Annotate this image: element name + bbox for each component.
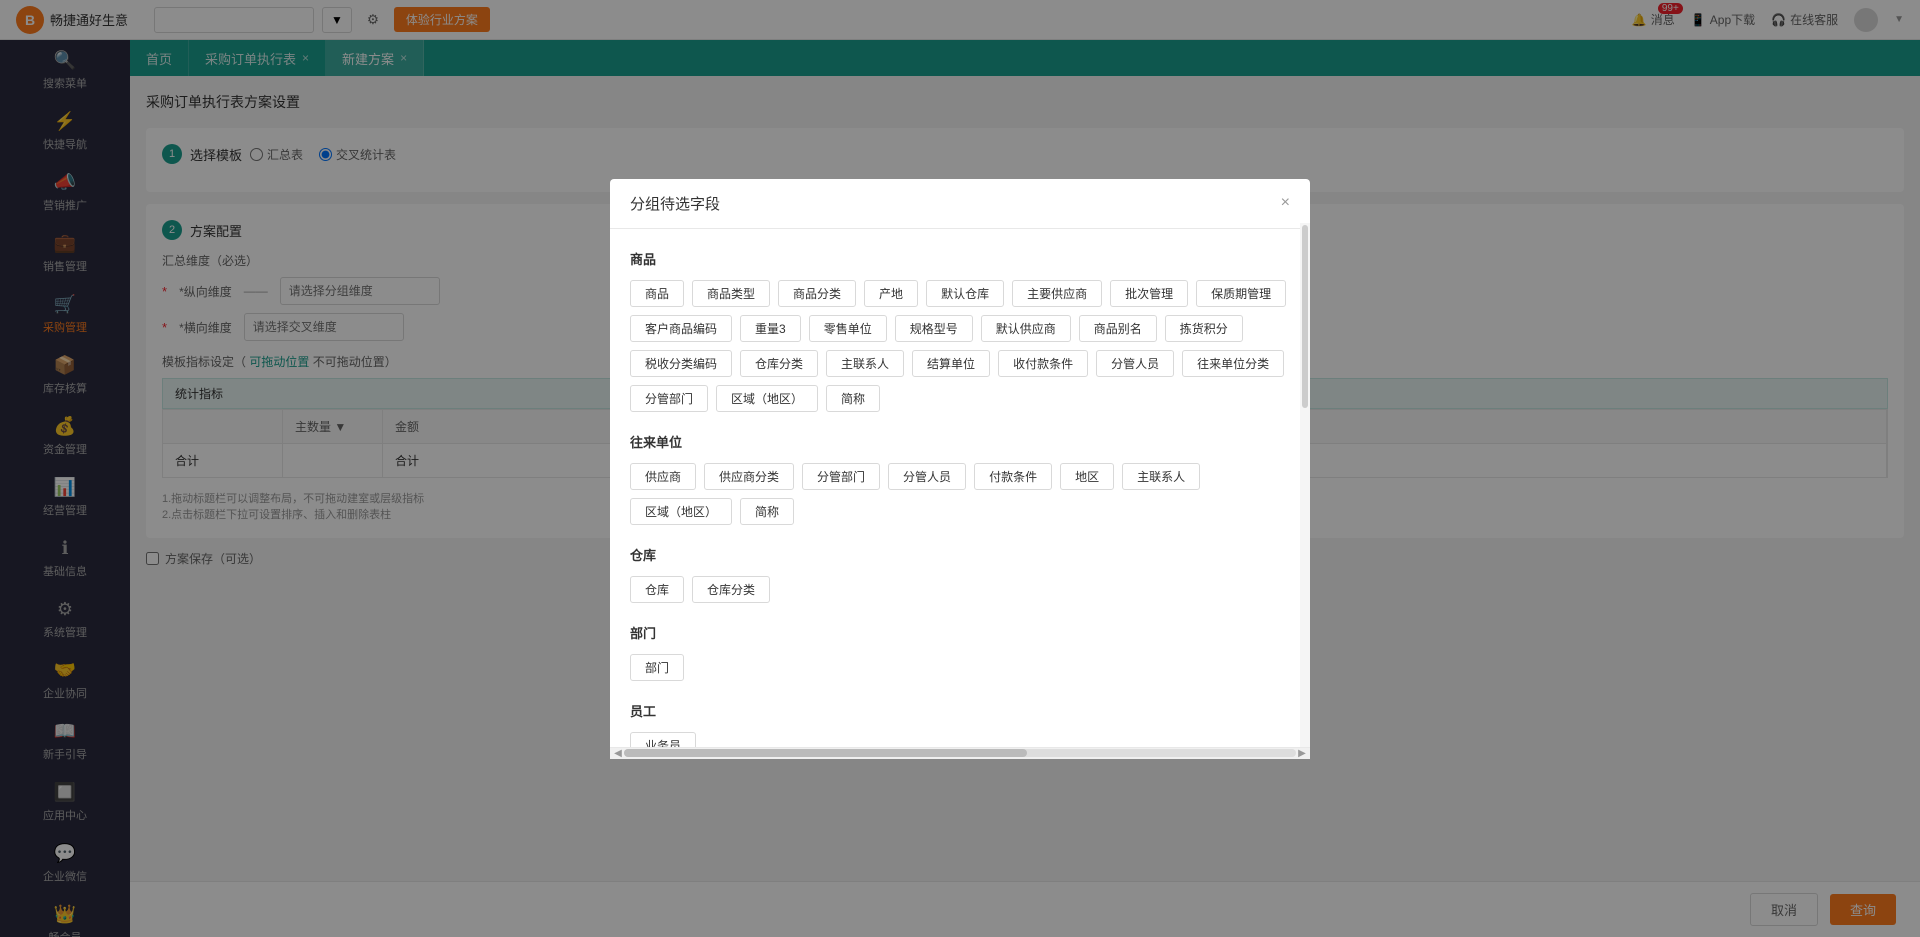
field-tag[interactable]: 客户商品编码 [630, 315, 732, 342]
section-partner-title: 往来单位 [630, 432, 1290, 451]
section-partner: 往来单位 供应商 供应商分类 分管部门 分管人员 付款条件 地区 主联系人 区域… [630, 432, 1290, 525]
field-tag[interactable]: 保质期管理 [1196, 280, 1286, 307]
field-tag[interactable]: 默认仓库 [926, 280, 1004, 307]
field-tag[interactable]: 商品类型 [692, 280, 770, 307]
field-tag[interactable]: 零售单位 [809, 315, 887, 342]
field-tag[interactable]: 主联系人 [826, 350, 904, 377]
field-tag[interactable]: 分管人员 [1096, 350, 1174, 377]
field-tag[interactable]: 默认供应商 [981, 315, 1071, 342]
field-tag[interactable]: 供应商分类 [704, 463, 794, 490]
field-tag[interactable]: 结算单位 [912, 350, 990, 377]
field-tag[interactable]: 供应商 [630, 463, 696, 490]
field-tag[interactable]: 仓库 [630, 576, 684, 603]
partner-fields: 供应商 供应商分类 分管部门 分管人员 付款条件 地区 主联系人 区域（地区） … [630, 463, 1290, 525]
modal-header: 分组待选字段 × [610, 179, 1310, 229]
field-tag[interactable]: 商品 [630, 280, 684, 307]
dept-fields: 部门 [630, 654, 1290, 681]
section-employee-title: 员工 [630, 701, 1290, 720]
field-tag[interactable]: 仓库分类 [740, 350, 818, 377]
section-warehouse-title: 仓库 [630, 545, 1290, 564]
field-tag[interactable]: 简称 [740, 498, 794, 525]
field-tag[interactable]: 拣货积分 [1165, 315, 1243, 342]
scrollbar-track[interactable] [624, 749, 1296, 757]
section-product: 商品 商品 商品类型 商品分类 产地 默认仓库 主要供应商 批次管理 保质期管理… [630, 249, 1290, 412]
section-employee: 员工 业务员 [630, 701, 1290, 747]
modal-body: 商品 商品 商品类型 商品分类 产地 默认仓库 主要供应商 批次管理 保质期管理… [610, 229, 1310, 747]
field-tag[interactable]: 批次管理 [1110, 280, 1188, 307]
scrollbar-right-btn[interactable]: ▶ [1296, 747, 1308, 759]
field-tag[interactable]: 付款条件 [974, 463, 1052, 490]
section-dept: 部门 部门 [630, 623, 1290, 681]
modal-title: 分组待选字段 [630, 193, 720, 214]
field-tag[interactable]: 简称 [826, 385, 880, 412]
field-tag[interactable]: 重量3 [740, 315, 801, 342]
vscroll-thumb [1302, 225, 1308, 408]
field-tag[interactable]: 税收分类编码 [630, 350, 732, 377]
field-tag[interactable]: 地区 [1060, 463, 1114, 490]
scrollbar-thumb [624, 749, 1027, 757]
field-tag[interactable]: 产地 [864, 280, 918, 307]
scrollbar-left-btn[interactable]: ◀ [612, 747, 624, 759]
section-dept-title: 部门 [630, 623, 1290, 642]
field-tag[interactable]: 主联系人 [1122, 463, 1200, 490]
section-warehouse: 仓库 仓库 仓库分类 [630, 545, 1290, 603]
section-product-title: 商品 [630, 249, 1290, 268]
modal-close-btn[interactable]: × [1281, 194, 1290, 212]
field-tag[interactable]: 分管人员 [888, 463, 966, 490]
employee-fields: 业务员 [630, 732, 1290, 747]
modal-overlay: 分组待选字段 × 商品 商品 商品类型 商品分类 产地 默认仓库 主要供应商 批… [0, 0, 1920, 937]
field-tag[interactable]: 商品别名 [1079, 315, 1157, 342]
field-tag[interactable]: 区域（地区） [716, 385, 818, 412]
modal-horizontal-scrollbar[interactable]: ◀ ▶ [610, 747, 1310, 759]
field-tag[interactable]: 业务员 [630, 732, 696, 747]
field-tag[interactable]: 收付款条件 [998, 350, 1088, 377]
field-tag[interactable]: 部门 [630, 654, 684, 681]
field-tag[interactable]: 规格型号 [895, 315, 973, 342]
field-tag[interactable]: 商品分类 [778, 280, 856, 307]
field-tag[interactable]: 往来单位分类 [1182, 350, 1284, 377]
modal-vertical-scrollbar[interactable] [1300, 223, 1310, 747]
product-fields: 商品 商品类型 商品分类 产地 默认仓库 主要供应商 批次管理 保质期管理 客户… [630, 280, 1290, 412]
field-tag[interactable]: 分管部门 [802, 463, 880, 490]
field-select-modal: 分组待选字段 × 商品 商品 商品类型 商品分类 产地 默认仓库 主要供应商 批… [610, 179, 1310, 759]
warehouse-fields: 仓库 仓库分类 [630, 576, 1290, 603]
field-tag[interactable]: 区域（地区） [630, 498, 732, 525]
field-tag[interactable]: 分管部门 [630, 385, 708, 412]
field-tag[interactable]: 仓库分类 [692, 576, 770, 603]
field-tag[interactable]: 主要供应商 [1012, 280, 1102, 307]
